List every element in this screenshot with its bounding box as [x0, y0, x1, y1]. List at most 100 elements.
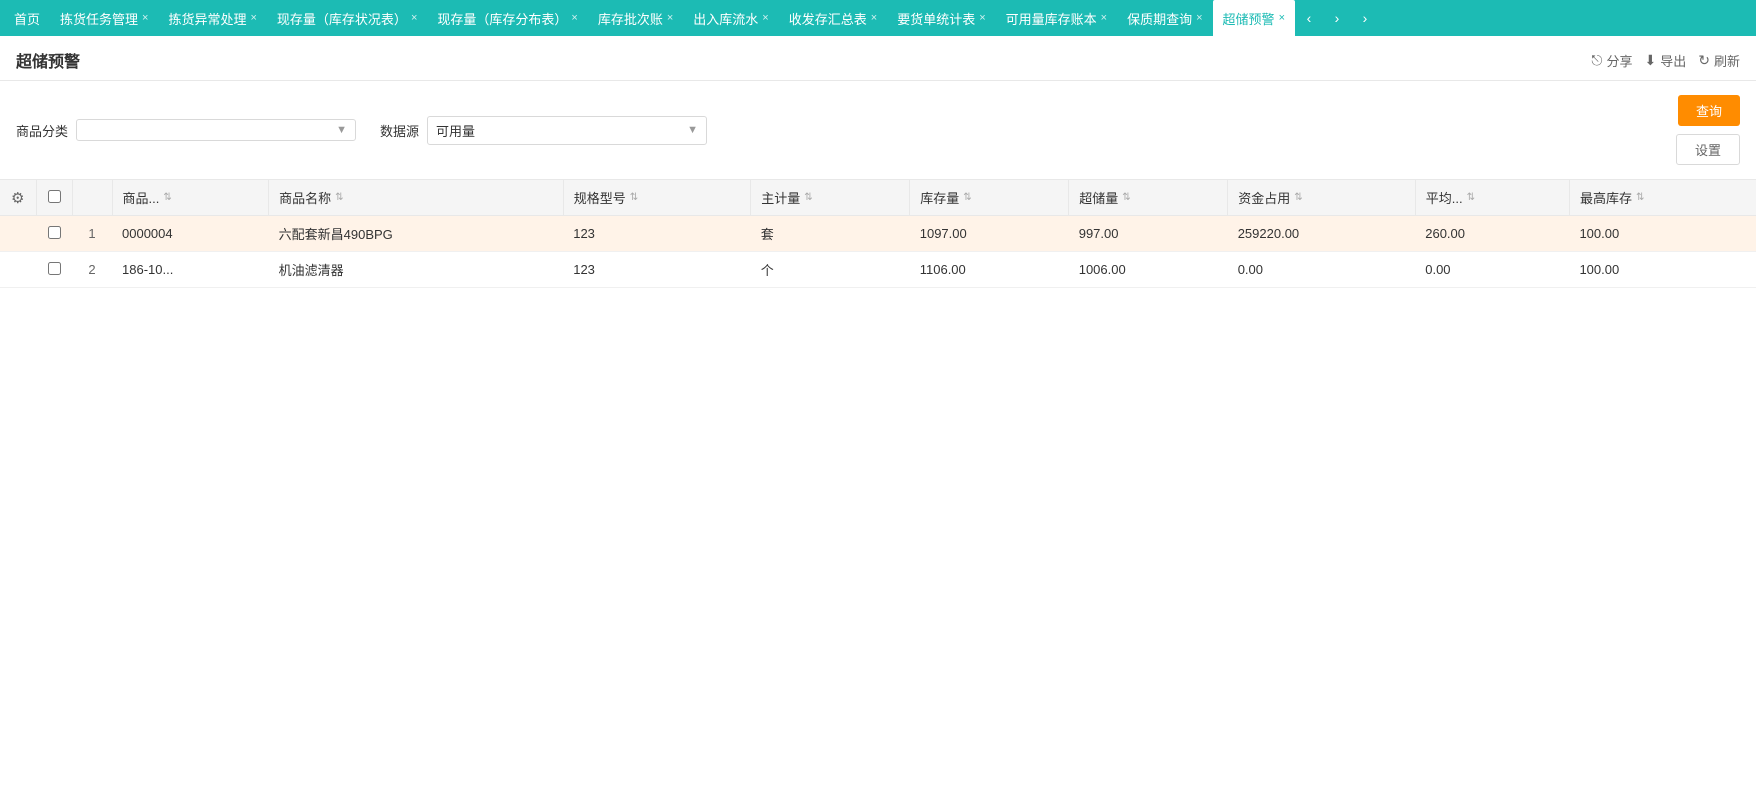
col-name-sort-icon[interactable]: ⇅ — [335, 192, 343, 203]
nav-shelf-life-label: 保质期查询 — [1127, 9, 1192, 28]
share-label: 分享 — [1606, 51, 1632, 70]
nav-item-inout-flow[interactable]: 出入库流水 × — [683, 0, 778, 36]
refresh-label: 刷新 — [1714, 51, 1740, 70]
row-checkbox[interactable] — [48, 226, 61, 239]
nav-stock-status-label: 现存量（库存状况表） — [277, 9, 407, 28]
row-checkbox-cell — [36, 216, 72, 252]
nav-more-arrow[interactable]: › — [1351, 0, 1379, 36]
col-avg-label: 平均... — [1426, 188, 1463, 207]
row-avg-cell: 260.00 — [1415, 216, 1569, 252]
col-overstock-sort-icon[interactable]: ⇅ — [1122, 192, 1130, 203]
nav-item-order-stats[interactable]: 要货单统计表 × — [887, 0, 995, 36]
nav-next-arrow[interactable]: › — [1323, 0, 1351, 36]
page-actions: ⎋ 分享 ⬇ 导出 ↻ 刷新 — [1591, 51, 1740, 70]
row-capital-cell: 259220.00 — [1228, 216, 1416, 252]
query-button[interactable]: 查询 — [1678, 95, 1740, 126]
nav-pick-exception-close[interactable]: × — [250, 12, 256, 24]
table-row: 2 186-10... 机油滤清器 123 个 1106.00 1006.00 … — [0, 252, 1756, 288]
col-code-label: 商品... — [123, 188, 160, 207]
col-stock-label: 库存量 — [920, 188, 959, 207]
nav-shelf-life-close[interactable]: × — [1196, 12, 1202, 24]
table-wrapper: ⚙ 商品... ⇅ 商品名称 — [0, 179, 1756, 288]
col-name-label: 商品名称 — [279, 188, 331, 207]
col-capital-header: 资金占用 ⇅ — [1228, 180, 1416, 216]
select-all-checkbox[interactable] — [48, 190, 61, 203]
row-unit-cell: 个 — [751, 252, 910, 288]
nav-item-recv-summary[interactable]: 收发存汇总表 × — [779, 0, 887, 36]
nav-item-stock-dist[interactable]: 现存量（库存分布表） × — [427, 0, 587, 36]
export-label: 导出 — [1660, 51, 1686, 70]
row-overstock-cell: 1006.00 — [1069, 252, 1228, 288]
nav-order-stats-label: 要货单统计表 — [897, 9, 975, 28]
col-unit-header: 主计量 ⇅ — [751, 180, 910, 216]
category-dropdown-icon: ▼ — [336, 124, 347, 136]
category-select[interactable]: ▼ — [76, 119, 356, 141]
row-name-cell: 机油滤清器 — [269, 252, 564, 288]
table-header-row: ⚙ 商品... ⇅ 商品名称 — [0, 180, 1756, 216]
filter-right-buttons: 查询 设置 — [1676, 95, 1740, 165]
filter-area: 商品分类 ▼ 数据源 可用量 ▼ 查询 设置 — [0, 81, 1756, 179]
nav-pick-task-close[interactable]: × — [142, 12, 148, 24]
nav-overstock-close[interactable]: × — [1279, 12, 1285, 24]
settings-button[interactable]: 设置 — [1676, 134, 1740, 165]
nav-overstock-label: 超储预警 — [1223, 9, 1275, 28]
datasource-label: 数据源 — [380, 121, 419, 140]
nav-available-stock-close[interactable]: × — [1101, 12, 1107, 24]
datasource-select[interactable]: 可用量 ▼ — [427, 116, 707, 145]
row-gear-cell — [0, 252, 36, 288]
col-num-header — [72, 180, 112, 216]
col-max-sort-icon[interactable]: ⇅ — [1636, 192, 1644, 203]
row-gear-cell — [0, 216, 36, 252]
nav-item-stock-status[interactable]: 现存量（库存状况表） × — [267, 0, 427, 36]
nav-item-available-stock[interactable]: 可用量库存账本 × — [996, 0, 1117, 36]
row-num-cell: 1 — [72, 216, 112, 252]
nav-item-pick-task[interactable]: 拣货任务管理 × — [50, 0, 158, 36]
nav-item-pick-exception[interactable]: 拣货异常处理 × — [158, 0, 266, 36]
datasource-select-value: 可用量 — [436, 121, 475, 140]
nav-home-label: 首页 — [14, 9, 40, 28]
row-capital-cell: 0.00 — [1228, 252, 1416, 288]
col-spec-sort-icon[interactable]: ⇅ — [630, 192, 638, 203]
col-capital-label: 资金占用 — [1238, 188, 1290, 207]
col-code-sort-icon[interactable]: ⇅ — [163, 192, 171, 203]
row-checkbox[interactable] — [48, 262, 61, 275]
datasource-dropdown-icon: ▼ — [687, 124, 698, 136]
col-avg-sort-icon[interactable]: ⇅ — [1467, 192, 1475, 203]
share-button[interactable]: ⎋ 分享 — [1591, 51, 1632, 70]
col-checkbox-header — [36, 180, 72, 216]
nav-item-shelf-life[interactable]: 保质期查询 × — [1117, 0, 1212, 36]
export-button[interactable]: ⬇ 导出 — [1645, 51, 1687, 70]
row-spec-cell: 123 — [563, 216, 751, 252]
col-capital-sort-icon[interactable]: ⇅ — [1294, 192, 1302, 203]
nav-order-stats-close[interactable]: × — [979, 12, 985, 24]
col-stock-sort-icon[interactable]: ⇅ — [963, 192, 971, 203]
row-overstock-cell: 997.00 — [1069, 216, 1228, 252]
nav-item-batch-account[interactable]: 库存批次账 × — [588, 0, 683, 36]
nav-pick-exception-label: 拣货异常处理 — [168, 9, 246, 28]
col-spec-header: 规格型号 ⇅ — [563, 180, 751, 216]
nav-item-overstock[interactable]: 超储预警 × — [1213, 0, 1295, 36]
row-stock-cell: 1106.00 — [910, 252, 1069, 288]
row-code-cell: 186-10... — [112, 252, 269, 288]
nav-inout-flow-close[interactable]: × — [762, 12, 768, 24]
col-name-header: 商品名称 ⇅ — [269, 180, 564, 216]
col-code-header: 商品... ⇅ — [112, 180, 269, 216]
top-nav: 首页 拣货任务管理 × 拣货异常处理 × 现存量（库存状况表） × 现存量（库存… — [0, 0, 1756, 36]
page-title: 超储预警 — [16, 48, 80, 72]
row-avg-cell: 0.00 — [1415, 252, 1569, 288]
refresh-button[interactable]: ↻ 刷新 — [1698, 51, 1740, 70]
filter-datasource: 数据源 可用量 ▼ — [380, 116, 707, 145]
nav-pick-task-label: 拣货任务管理 — [60, 9, 138, 28]
gear-settings-icon[interactable]: ⚙ — [11, 190, 24, 207]
nav-stock-dist-close[interactable]: × — [571, 12, 577, 24]
nav-recv-summary-label: 收发存汇总表 — [789, 9, 867, 28]
col-unit-sort-icon[interactable]: ⇅ — [804, 192, 812, 203]
nav-prev-arrow[interactable]: ‹ — [1295, 0, 1323, 36]
col-gear-header: ⚙ — [0, 180, 36, 216]
nav-stock-status-close[interactable]: × — [411, 12, 417, 24]
col-spec-label: 规格型号 — [574, 188, 626, 207]
nav-item-home[interactable]: 首页 — [4, 0, 50, 36]
nav-batch-account-close[interactable]: × — [667, 12, 673, 24]
export-icon: ⬇ — [1645, 52, 1657, 69]
nav-recv-summary-close[interactable]: × — [871, 12, 877, 24]
